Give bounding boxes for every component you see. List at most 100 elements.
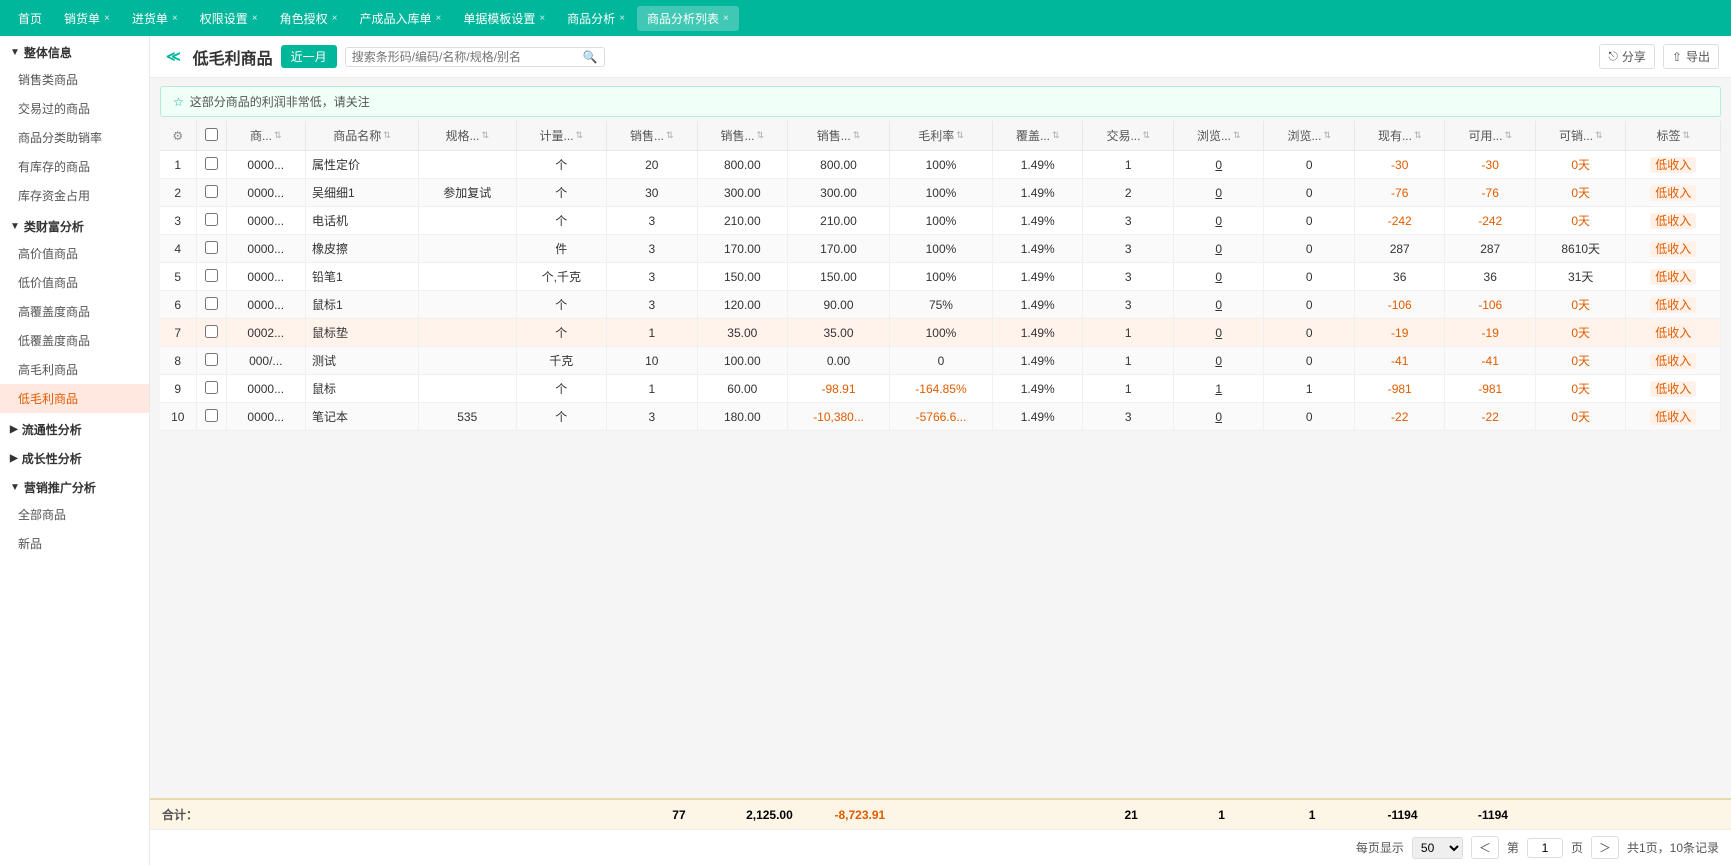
nav-close-sales[interactable]: × — [104, 13, 110, 24]
sort-browse1-icon[interactable]: ⇅ — [1233, 130, 1241, 141]
nav-close-product-analysis[interactable]: × — [619, 13, 625, 24]
sort-spec-icon[interactable]: ⇅ — [481, 130, 489, 141]
sort-tag-icon[interactable]: ⇅ — [1682, 130, 1690, 141]
sort-browse2-icon[interactable]: ⇅ — [1323, 130, 1331, 141]
col-settings[interactable]: ⚙ — [160, 121, 196, 151]
row-checkbox[interactable] — [196, 235, 226, 263]
filter-button[interactable]: 近一月 — [281, 45, 337, 68]
row-browse2: 0 — [1264, 207, 1355, 235]
nav-home[interactable]: 首页 — [8, 6, 52, 31]
nav-close-template-settings[interactable]: × — [539, 13, 545, 24]
col-checkbox[interactable] — [196, 121, 226, 151]
nav-close-product-analysis-list[interactable]: × — [723, 13, 729, 24]
search-box[interactable]: 🔍 — [345, 47, 605, 67]
next-page-btn[interactable]: ＞ — [1591, 836, 1619, 859]
row-code: 0000... — [226, 375, 306, 403]
prev-page-btn[interactable]: ＜ — [1471, 836, 1499, 859]
row-margin: 0 — [889, 347, 992, 375]
sidebar-section-circulation[interactable]: ▶ 流通性分析 — [0, 413, 149, 442]
page-number-input[interactable] — [1527, 838, 1563, 858]
sort-sellable-icon[interactable]: ⇅ — [1595, 130, 1603, 141]
nav-close-role-auth[interactable]: × — [332, 13, 338, 24]
row-browse1[interactable]: 0 — [1173, 151, 1264, 179]
sidebar-item-high-coverage[interactable]: 高覆盖度商品 — [0, 297, 149, 326]
table-wrapper[interactable]: ⚙ 商...⇅ 商品名称⇅ 规格...⇅ 计量...⇅ 销售...⇅ 销售...… — [160, 121, 1721, 798]
sidebar-item-low-coverage[interactable]: 低覆盖度商品 — [0, 326, 149, 355]
row-checkbox[interactable] — [196, 207, 226, 235]
settings-icon[interactable]: ⚙ — [172, 129, 183, 143]
row-checkbox[interactable] — [196, 375, 226, 403]
page-size-select[interactable]: 50 20 100 — [1412, 837, 1463, 859]
row-code: 0000... — [226, 235, 306, 263]
row-browse1[interactable]: 1 — [1173, 375, 1264, 403]
sidebar-section-wealth[interactable]: ▼ 类财富分析 — [0, 210, 149, 239]
export-button[interactable]: ⇧ 导出 — [1663, 44, 1719, 69]
select-all-checkbox[interactable] — [205, 128, 218, 141]
row-checkbox[interactable] — [196, 291, 226, 319]
row-browse1[interactable]: 0 — [1173, 347, 1264, 375]
sort-coverage-icon[interactable]: ⇅ — [1052, 130, 1060, 141]
search-input[interactable] — [352, 50, 583, 64]
share-button[interactable]: ⎋ 分享 — [1599, 44, 1655, 69]
sidebar-item-low-margin[interactable]: 低毛利商品 — [0, 384, 149, 413]
row-browse1[interactable]: 0 — [1173, 291, 1264, 319]
sidebar-section-growth[interactable]: ▶ 成长性分析 — [0, 442, 149, 471]
sidebar-item-category-rate[interactable]: 商品分类助销率 — [0, 123, 149, 152]
sidebar-item-in-stock[interactable]: 有库存的商品 — [0, 152, 149, 181]
sort-margin-icon[interactable]: ⇅ — [956, 130, 964, 141]
nav-purchase[interactable]: 进货单 × — [122, 6, 188, 31]
nav-close-permissions[interactable]: × — [252, 13, 258, 24]
search-icon[interactable]: 🔍 — [583, 50, 598, 64]
row-checkbox[interactable] — [196, 403, 226, 431]
row-browse2: 0 — [1264, 179, 1355, 207]
row-sales1: 30 — [607, 179, 698, 207]
row-no: 6 — [160, 291, 196, 319]
sidebar-item-high-value[interactable]: 高价值商品 — [0, 239, 149, 268]
row-browse1[interactable]: 0 — [1173, 319, 1264, 347]
row-checkbox[interactable] — [196, 319, 226, 347]
sort-sales2-icon[interactable]: ⇅ — [757, 130, 765, 141]
sidebar-item-low-value[interactable]: 低价值商品 — [0, 268, 149, 297]
nav-template-settings[interactable]: 单据模板设置 × — [453, 6, 555, 31]
sort-sales3-icon[interactable]: ⇅ — [853, 130, 861, 141]
nav-product-analysis[interactable]: 商品分析 × — [557, 6, 635, 31]
sidebar-item-capital[interactable]: 库存资金占用 — [0, 181, 149, 210]
sort-trade-icon[interactable]: ⇅ — [1142, 130, 1150, 141]
col-sales3: 销售...⇅ — [788, 121, 890, 151]
sidebar-item-sales-goods[interactable]: 销售类商品 — [0, 65, 149, 94]
sort-unit-icon[interactable]: ⇅ — [576, 130, 584, 141]
sidebar-item-all-goods[interactable]: 全部商品 — [0, 500, 149, 529]
table-row: 5 0000... 铅笔1 个,千克 3 150.00 150.00 100% … — [160, 263, 1721, 291]
row-browse1[interactable]: 0 — [1173, 207, 1264, 235]
row-browse1[interactable]: 0 — [1173, 179, 1264, 207]
sidebar-item-new-goods[interactable]: 新品 — [0, 529, 149, 558]
sidebar-section-overall[interactable]: ▼ 整体信息 — [0, 36, 149, 65]
sort-sales1-icon[interactable]: ⇅ — [666, 130, 674, 141]
row-checkbox[interactable] — [196, 179, 226, 207]
nav-product-analysis-list[interactable]: 商品分析列表 × — [637, 6, 739, 31]
row-unit: 个 — [516, 151, 607, 179]
row-sales2: 210.00 — [697, 207, 788, 235]
sidebar-item-high-margin[interactable]: 高毛利商品 — [0, 355, 149, 384]
row-browse1[interactable]: 0 — [1173, 263, 1264, 291]
row-browse1[interactable]: 0 — [1173, 403, 1264, 431]
sort-current-icon[interactable]: ⇅ — [1414, 130, 1422, 141]
nav-role-auth[interactable]: 角色授权 × — [270, 6, 348, 31]
row-sales2: 60.00 — [697, 375, 788, 403]
sort-name-icon[interactable]: ⇅ — [383, 130, 391, 141]
nav-close-purchase[interactable]: × — [172, 13, 178, 24]
row-browse1[interactable]: 0 — [1173, 235, 1264, 263]
nav-permissions[interactable]: 权限设置 × — [190, 6, 268, 31]
nav-close-product-entry[interactable]: × — [435, 13, 441, 24]
sort-usable-icon[interactable]: ⇅ — [1504, 130, 1512, 141]
row-sellable: 0天 — [1535, 179, 1626, 207]
sidebar-collapse-btn[interactable]: ≪ — [162, 44, 185, 69]
sidebar-item-traded-goods[interactable]: 交易过的商品 — [0, 94, 149, 123]
row-checkbox[interactable] — [196, 263, 226, 291]
nav-product-entry[interactable]: 产成品入库单 × — [349, 6, 451, 31]
sidebar-section-marketing[interactable]: ▼ 营销推广分析 — [0, 471, 149, 500]
nav-sales[interactable]: 销货单 × — [54, 6, 120, 31]
row-checkbox[interactable] — [196, 151, 226, 179]
row-checkbox[interactable] — [196, 347, 226, 375]
sort-code-icon[interactable]: ⇅ — [274, 130, 282, 141]
